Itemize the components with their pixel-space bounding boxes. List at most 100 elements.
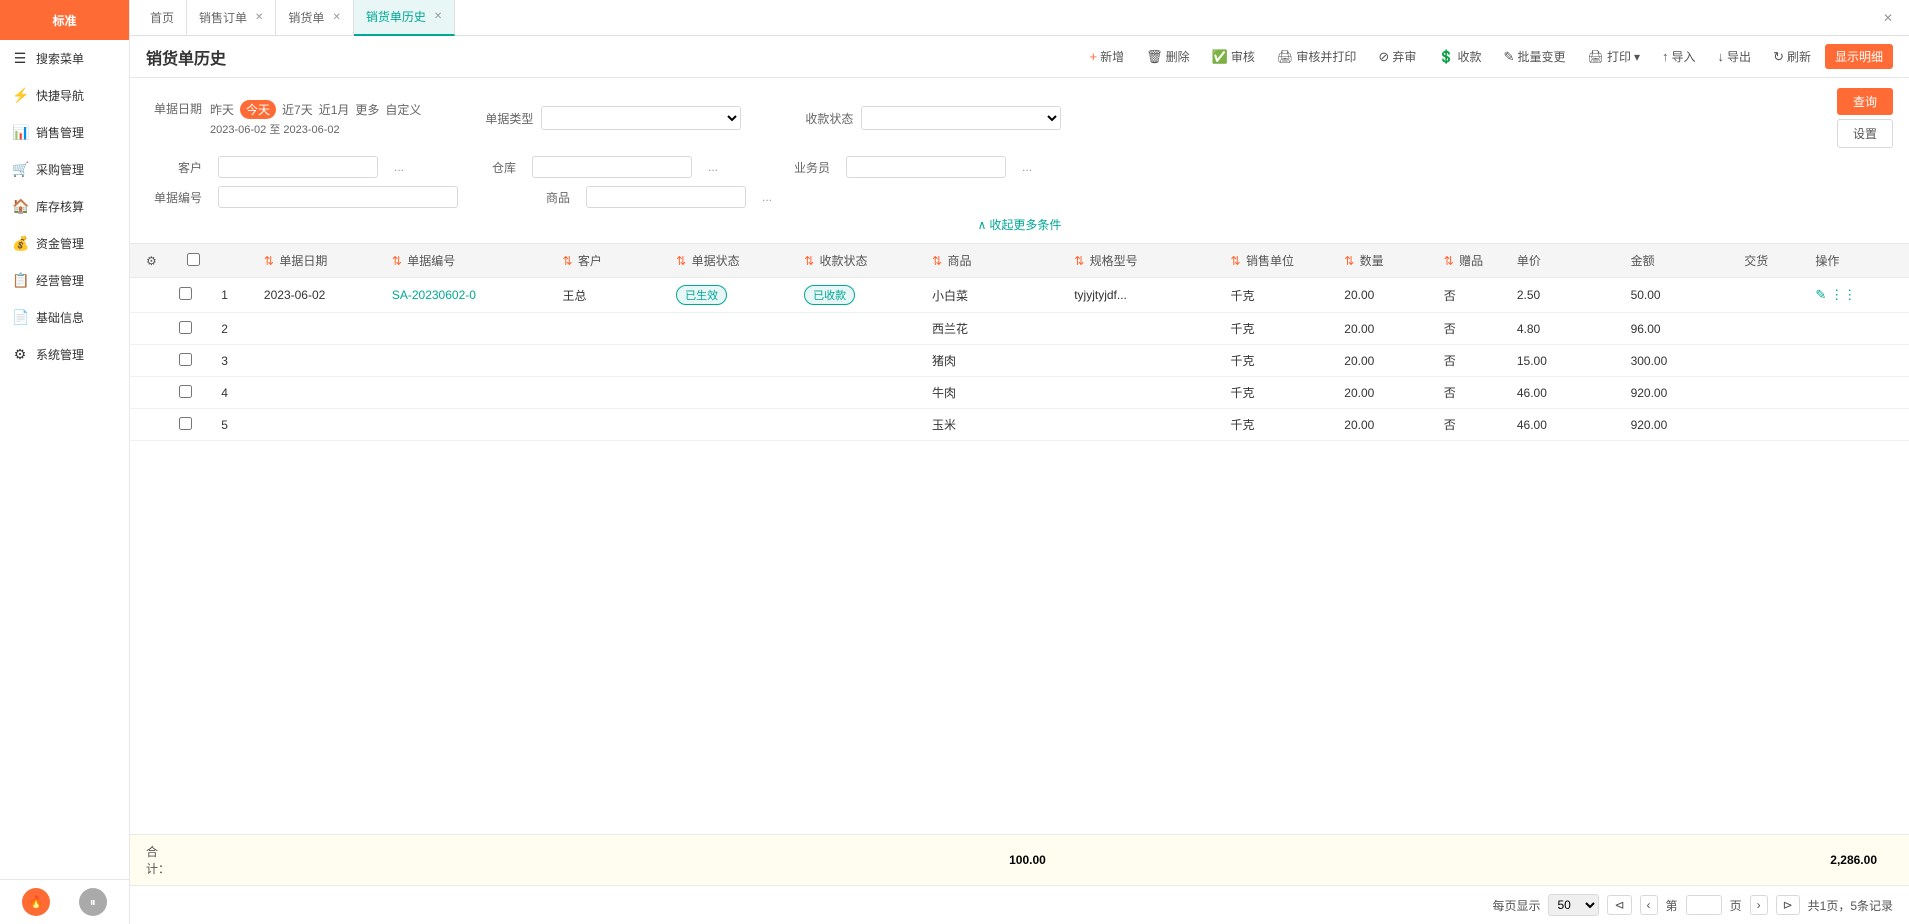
abandon-button[interactable]: ⊘ 弃审	[1370, 44, 1424, 69]
row-checkbox[interactable]	[179, 353, 192, 366]
checkbox-cell[interactable]	[173, 313, 216, 345]
shortcut-today[interactable]: 今天	[240, 100, 276, 119]
business-dots[interactable]: ...	[1022, 160, 1032, 174]
collect-status-select[interactable]	[861, 106, 1061, 130]
tab-home[interactable]: 首页	[138, 0, 187, 36]
checkbox-cell[interactable]	[173, 278, 216, 313]
business-input[interactable]	[846, 156, 1006, 178]
price-cell: 46.00	[1511, 377, 1625, 409]
sidebar-item-capital-mgmt[interactable]: 💰 资金管理	[0, 225, 129, 262]
show-detail-button[interactable]: 显示明细	[1825, 44, 1893, 69]
doc-no-input[interactable]	[218, 186, 458, 208]
import-button[interactable]: ↑ 导入	[1654, 44, 1704, 69]
spec-col-header[interactable]: ⇅ 规格型号	[1068, 244, 1224, 278]
sort-icon: ⇅	[264, 254, 274, 268]
collect-button[interactable]: 💲 收款	[1430, 44, 1489, 69]
sidebar-item-purchase-mgmt[interactable]: 🛒 采购管理	[0, 151, 129, 188]
new-button[interactable]: + 新增	[1082, 44, 1133, 69]
qty-col-header[interactable]: ⇅ 数量	[1338, 244, 1438, 278]
shortcut-more[interactable]: 更多	[355, 101, 379, 118]
checkbox-col-header[interactable]	[173, 244, 216, 278]
query-button[interactable]: 查询	[1837, 88, 1893, 115]
action-col-header: 操作	[1809, 244, 1909, 278]
sidebar-logo: 标准	[0, 0, 129, 40]
page-input[interactable]: 1	[1686, 895, 1722, 915]
sidebar-item-search-menu[interactable]: ☰ 搜索菜单	[0, 40, 129, 77]
tab-delivery-history-close[interactable]: ✕	[434, 11, 442, 22]
set-button[interactable]: 设置	[1837, 119, 1893, 148]
batch-change-button[interactable]: ✎ 批量变更	[1496, 44, 1574, 69]
tab-delivery-close[interactable]: ✕	[332, 12, 340, 23]
tab-delivery[interactable]: 销货单 ✕	[276, 0, 353, 36]
action-icons: ✎ ⋮⋮	[1815, 287, 1903, 303]
sidebar-item-basic-info[interactable]: 📄 基础信息	[0, 299, 129, 336]
row-checkbox[interactable]	[179, 385, 192, 398]
sidebar-item-quick-nav[interactable]: ⚡ 快捷导航	[0, 77, 129, 114]
doc-date-cell	[258, 345, 386, 377]
gift-cell: 否	[1438, 409, 1511, 441]
sidebar-item-inventory[interactable]: 🏠 库存核算	[0, 188, 129, 225]
row-checkbox[interactable]	[179, 321, 192, 334]
warehouse-input[interactable]	[532, 156, 692, 178]
checkbox-cell[interactable]	[173, 345, 216, 377]
sidebar-bottom-btn1[interactable]: 🔥	[22, 888, 50, 916]
warehouse-dots[interactable]: ...	[708, 160, 718, 174]
customer-dots[interactable]: ...	[394, 160, 404, 174]
shortcut-yesterday[interactable]: 昨天	[210, 101, 234, 118]
more-icon[interactable]: ⋮⋮	[1830, 287, 1856, 303]
sidebar-item-label: 采购管理	[36, 161, 84, 178]
collect-status-col-header[interactable]: ⇅ 收款状态	[798, 244, 926, 278]
doc-status-cell: 已生效	[670, 278, 798, 313]
filter-row-2: 客户 ... 仓库 ... 业务员 ...	[146, 156, 1893, 178]
doc-status-col-header[interactable]: ⇅ 单据状态	[670, 244, 798, 278]
unit-col-header[interactable]: ⇅ 销售单位	[1225, 244, 1339, 278]
prev-page-button[interactable]: ‹	[1640, 895, 1658, 915]
sidebar-item-ops-mgmt[interactable]: 📋 经营管理	[0, 262, 129, 299]
tab-sales-order[interactable]: 销售订单 ✕	[187, 0, 276, 36]
print-button[interactable]: 🖨 打印 ▾	[1579, 44, 1648, 69]
shortcut-custom[interactable]: 自定义	[385, 101, 421, 118]
shortcut-7days[interactable]: 近7天	[282, 101, 313, 118]
sidebar-bottom-btn2[interactable]: ⏸	[79, 888, 107, 916]
next-page-button[interactable]: ›	[1750, 895, 1768, 915]
sidebar-bottom: 🔥 ⏸	[0, 879, 129, 924]
edit-icon: ✎	[1504, 49, 1515, 65]
edit-icon[interactable]: ✎	[1815, 287, 1826, 303]
table-section: ⚙ ⇅ 单据日期 ⇅ 单据编号 ⇅ 客户	[130, 244, 1909, 834]
row-checkbox[interactable]	[179, 287, 192, 300]
filter-row-3: 单据编号 商品 ...	[146, 186, 1893, 208]
per-page-select[interactable]: 50 20 100	[1548, 894, 1599, 916]
doc-no-col-header[interactable]: ⇅ 单据编号	[386, 244, 557, 278]
doc-no-link[interactable]: SA-20230602-0	[392, 288, 476, 302]
gift-col-header[interactable]: ⇅ 赠品	[1438, 244, 1511, 278]
refresh-button[interactable]: ↻ 刷新	[1765, 44, 1819, 69]
goods-col-header[interactable]: ⇅ 商品	[926, 244, 1068, 278]
goods-dots[interactable]: ...	[762, 190, 772, 204]
collapse-button[interactable]: ∧ 收起更多条件	[978, 216, 1062, 233]
checkbox-cell[interactable]	[173, 377, 216, 409]
sidebar-item-sys-mgmt[interactable]: ⚙ 系统管理	[0, 336, 129, 373]
audit-print-button[interactable]: 🖨 审核并打印	[1269, 44, 1365, 69]
export-button[interactable]: ↓ 导出	[1710, 44, 1760, 69]
close-all-tabs[interactable]: ✕	[1875, 11, 1901, 25]
doc-date-col-header[interactable]: ⇅ 单据日期	[258, 244, 386, 278]
tab-sales-order-close[interactable]: ✕	[255, 12, 263, 23]
action-cell	[1809, 345, 1909, 377]
checkbox-cell[interactable]	[173, 409, 216, 441]
sidebar-item-sales-mgmt[interactable]: 📊 销售管理	[0, 114, 129, 151]
tab-delivery-history[interactable]: 销货单历史 ✕	[354, 0, 455, 36]
goods-input[interactable]	[586, 186, 746, 208]
trade-cell	[1738, 313, 1809, 345]
customer-input[interactable]	[218, 156, 378, 178]
customer-col-header[interactable]: ⇅ 客户	[556, 244, 670, 278]
first-page-button[interactable]: ⊲	[1607, 895, 1631, 915]
row-checkbox[interactable]	[179, 417, 192, 430]
gift-cell: 否	[1438, 377, 1511, 409]
select-all-checkbox[interactable]	[187, 253, 200, 266]
settings-col-header[interactable]: ⚙	[130, 244, 173, 278]
delete-button[interactable]: 🗑 删除	[1138, 44, 1198, 69]
audit-button[interactable]: ✅ 审核	[1204, 44, 1263, 69]
doc-type-select[interactable]	[541, 106, 741, 130]
shortcut-1month[interactable]: 近1月	[319, 101, 350, 118]
last-page-button[interactable]: ⊳	[1776, 895, 1800, 915]
